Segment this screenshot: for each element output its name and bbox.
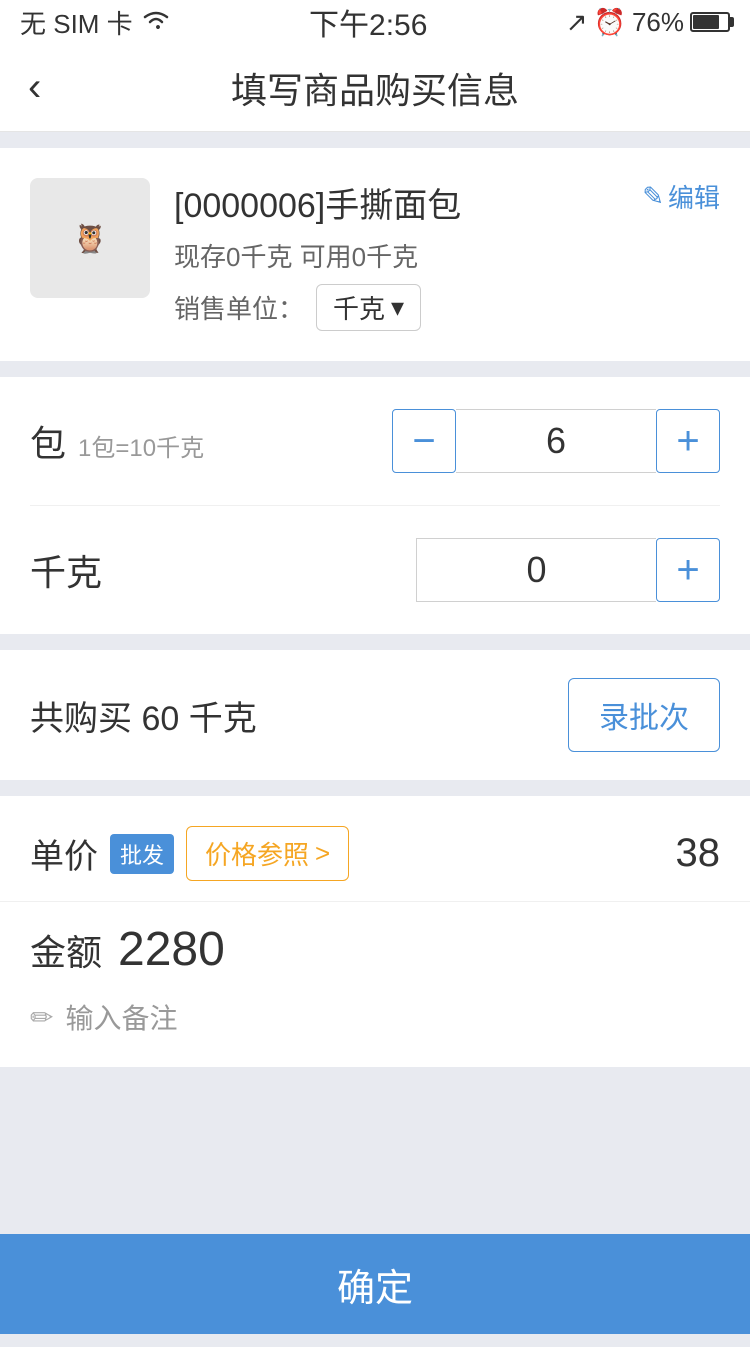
status-left: 无 SIM 卡 [20, 4, 171, 41]
bao-label: 包 [30, 415, 66, 467]
top-divider [0, 132, 750, 148]
product-stock: 现存0千克 可用0千克 [174, 237, 720, 274]
price-ref-label: 价格参照 [205, 835, 309, 872]
page-title: 填写商品购买信息 [231, 62, 519, 114]
mid-divider-3 [0, 780, 750, 796]
bao-plus-button[interactable]: + [656, 409, 720, 473]
nav-bar: ‹ 填写商品购买信息 [0, 44, 750, 132]
edit-button[interactable]: ✎ 编辑 [642, 178, 720, 215]
remark-placeholder: 输入备注 [65, 997, 177, 1037]
dropdown-icon: ▾ [391, 292, 404, 323]
bao-qty-control: − + [392, 409, 720, 473]
kg-qty-input[interactable] [416, 538, 656, 602]
product-card: 🦉 [0000006]手撕面包 ✎ 编辑 现存0千克 可用0千克 销售单位： 千… [0, 148, 750, 361]
edit-label: 编辑 [668, 178, 720, 215]
bao-input-row: 包 1包=10千克 − + [30, 377, 720, 506]
unit-value: 千克 [333, 289, 385, 326]
product-name: [0000006]手撕面包 [174, 178, 461, 227]
price-ref-button[interactable]: 价格参照 > [186, 826, 349, 881]
status-bar: 无 SIM 卡 下午2:56 ↗ ⏰ 76% [0, 0, 750, 44]
kg-qty-control: + [416, 538, 720, 602]
price-label-group: 单价 批发 价格参照 > [30, 826, 349, 881]
unit-label: 销售单位： [174, 289, 304, 326]
battery-percent: 76% [632, 7, 684, 38]
back-button[interactable]: ‹ [28, 65, 41, 110]
remark-row[interactable]: ✏ 输入备注 [30, 997, 720, 1037]
amount-value: 2280 [118, 922, 225, 977]
product-header: [0000006]手撕面包 ✎ 编辑 [174, 178, 720, 237]
total-text: 共购买 60 千克 [30, 691, 257, 740]
price-ref-icon: > [315, 838, 330, 869]
bao-qty-input[interactable] [456, 409, 656, 473]
wifi-icon [141, 7, 171, 38]
product-logo: 🦉 [73, 222, 108, 255]
product-info: [0000006]手撕面包 ✎ 编辑 现存0千克 可用0千克 销售单位： 千克 … [174, 178, 720, 331]
amount-label: 金额 [30, 924, 102, 976]
batch-tag: 批发 [110, 834, 174, 874]
price-label: 单价 [30, 829, 98, 878]
edit-icon: ✎ [642, 181, 664, 212]
no-sim-label: 无 SIM 卡 [20, 4, 133, 41]
record-batch-button[interactable]: 录批次 [568, 678, 720, 752]
location-icon: ↗ [566, 7, 588, 38]
amount-row: 金额 2280 [30, 922, 720, 977]
battery-icon [690, 12, 730, 32]
kg-label: 千克 [30, 544, 102, 596]
kg-input-row: 千克 + [30, 506, 720, 634]
mid-divider-2 [0, 634, 750, 650]
quantity-section: 包 1包=10千克 − + 千克 + [0, 377, 750, 634]
product-unit-row: 销售单位： 千克 ▾ [174, 284, 720, 331]
bao-label-group: 包 1包=10千克 [30, 415, 204, 467]
amount-section: 金额 2280 ✏ 输入备注 [0, 901, 750, 1067]
unit-select[interactable]: 千克 ▾ [316, 284, 421, 331]
alarm-icon: ⏰ [594, 7, 626, 38]
product-image: 🦉 [30, 178, 150, 298]
total-section: 共购买 60 千克 录批次 [0, 650, 750, 780]
kg-plus-button[interactable]: + [656, 538, 720, 602]
status-right: ↗ ⏰ 76% [566, 7, 730, 38]
confirm-button[interactable]: 确定 [0, 1234, 750, 1334]
time-display: 下午2:56 [309, 0, 427, 44]
price-value: 38 [676, 831, 721, 876]
mid-divider-1 [0, 361, 750, 377]
bao-sub-label: 1包=10千克 [78, 428, 204, 463]
bao-minus-button[interactable]: − [392, 409, 456, 473]
remark-icon: ✏ [30, 1001, 53, 1034]
price-section: 单价 批发 价格参照 > 38 [0, 796, 750, 901]
